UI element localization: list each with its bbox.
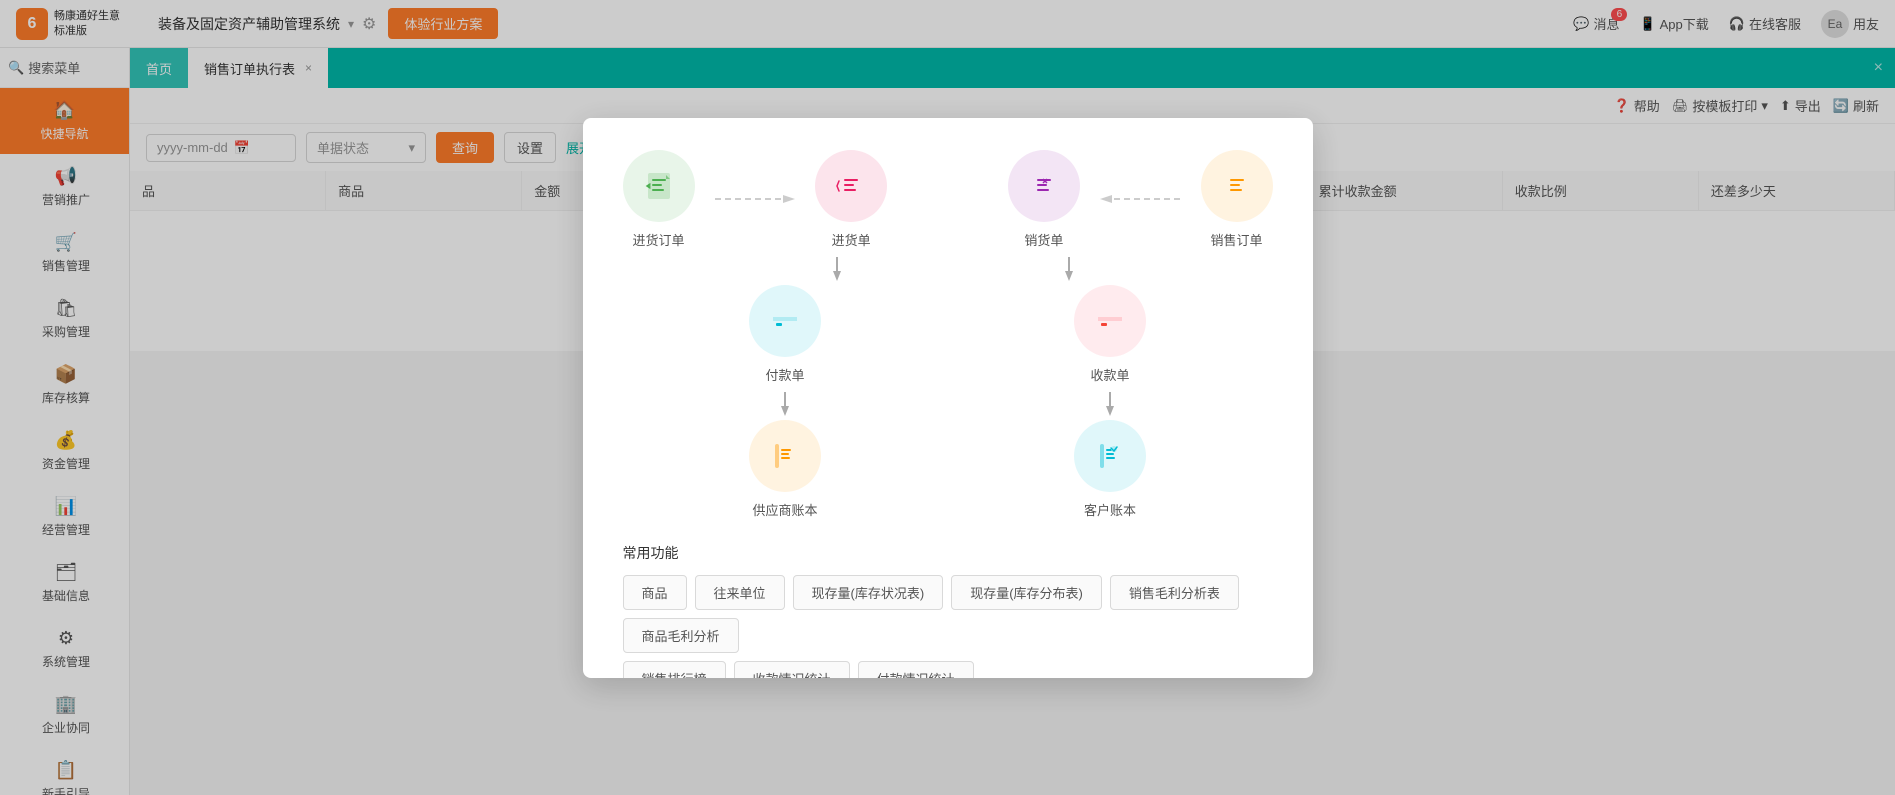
flow-node-sales-bill[interactable]: 销货单 [1008, 150, 1080, 249]
payment-icon [749, 285, 821, 357]
flow-node-purchase-order[interactable]: 进货订单 [623, 150, 695, 249]
purchase-bill-label: 进货单 [832, 230, 871, 249]
common-functions: 常用功能 商品 往来单位 现存量(库存状况表) 现存量(库存分布表) 销售毛利分… [623, 543, 1273, 678]
customer-ledger-icon [1074, 420, 1146, 492]
func-buttons: 商品 往来单位 现存量(库存状况表) 现存量(库存分布表) 销售毛利分析表 商品… [623, 575, 1273, 653]
flow-node-supplier-ledger[interactable]: 供应商账本 [749, 420, 821, 519]
customer-ledger-label: 客户账本 [1084, 500, 1136, 519]
supplier-ledger-label: 供应商账本 [752, 500, 817, 519]
func-btn-product[interactable]: 商品 [623, 575, 687, 610]
purchase-order-label: 进货订单 [632, 230, 684, 249]
flow-diagram: 进货订单 [623, 150, 1273, 519]
modal-box: 进货订单 [583, 118, 1313, 678]
modal-body: 进货订单 [583, 118, 1313, 678]
flow-node-receipt[interactable]: 收款单 [1074, 285, 1146, 384]
func-buttons-row2: 销售排行榜 收款情况统计 付款情况统计 [623, 661, 1273, 678]
arrow-so-to-sb [1080, 191, 1201, 207]
func-btn-sales-rank[interactable]: 销售排行榜 [623, 661, 726, 678]
sales-bill-icon [1008, 150, 1080, 222]
payment-label: 付款单 [765, 365, 804, 384]
sales-bill-label: 销货单 [1024, 230, 1063, 249]
func-btn-product-profit[interactable]: 商品毛利分析 [623, 618, 739, 653]
func-btn-stock-dist[interactable]: 现存量(库存分布表) [951, 575, 1102, 610]
purchase-order-icon [623, 150, 695, 222]
func-btn-counterparty[interactable]: 往来单位 [695, 575, 785, 610]
common-func-title: 常用功能 [623, 543, 1273, 563]
receipt-icon [1074, 285, 1146, 357]
flow-node-purchase-bill[interactable]: 进货单 [815, 150, 887, 249]
modal-overlay: 进货订单 [0, 0, 1895, 795]
flow-node-sales-order[interactable]: 销售订单 [1201, 150, 1273, 249]
func-btn-stock-status[interactable]: 现存量(库存状况表) [793, 575, 944, 610]
func-btn-payment-stats[interactable]: 付款情况统计 [858, 661, 974, 678]
func-btn-sales-profit[interactable]: 销售毛利分析表 [1110, 575, 1239, 610]
flow-node-payment[interactable]: 付款单 [749, 285, 821, 384]
flow-node-customer-ledger[interactable]: 客户账本 [1074, 420, 1146, 519]
supplier-ledger-icon [749, 420, 821, 492]
sales-order-icon [1201, 150, 1273, 222]
sales-order-label: 销售订单 [1211, 230, 1263, 249]
arrow-po-to-pb [695, 191, 816, 207]
func-btn-receipt-stats[interactable]: 收款情况统计 [734, 661, 850, 678]
receipt-label: 收款单 [1090, 365, 1129, 384]
purchase-bill-icon [815, 150, 887, 222]
